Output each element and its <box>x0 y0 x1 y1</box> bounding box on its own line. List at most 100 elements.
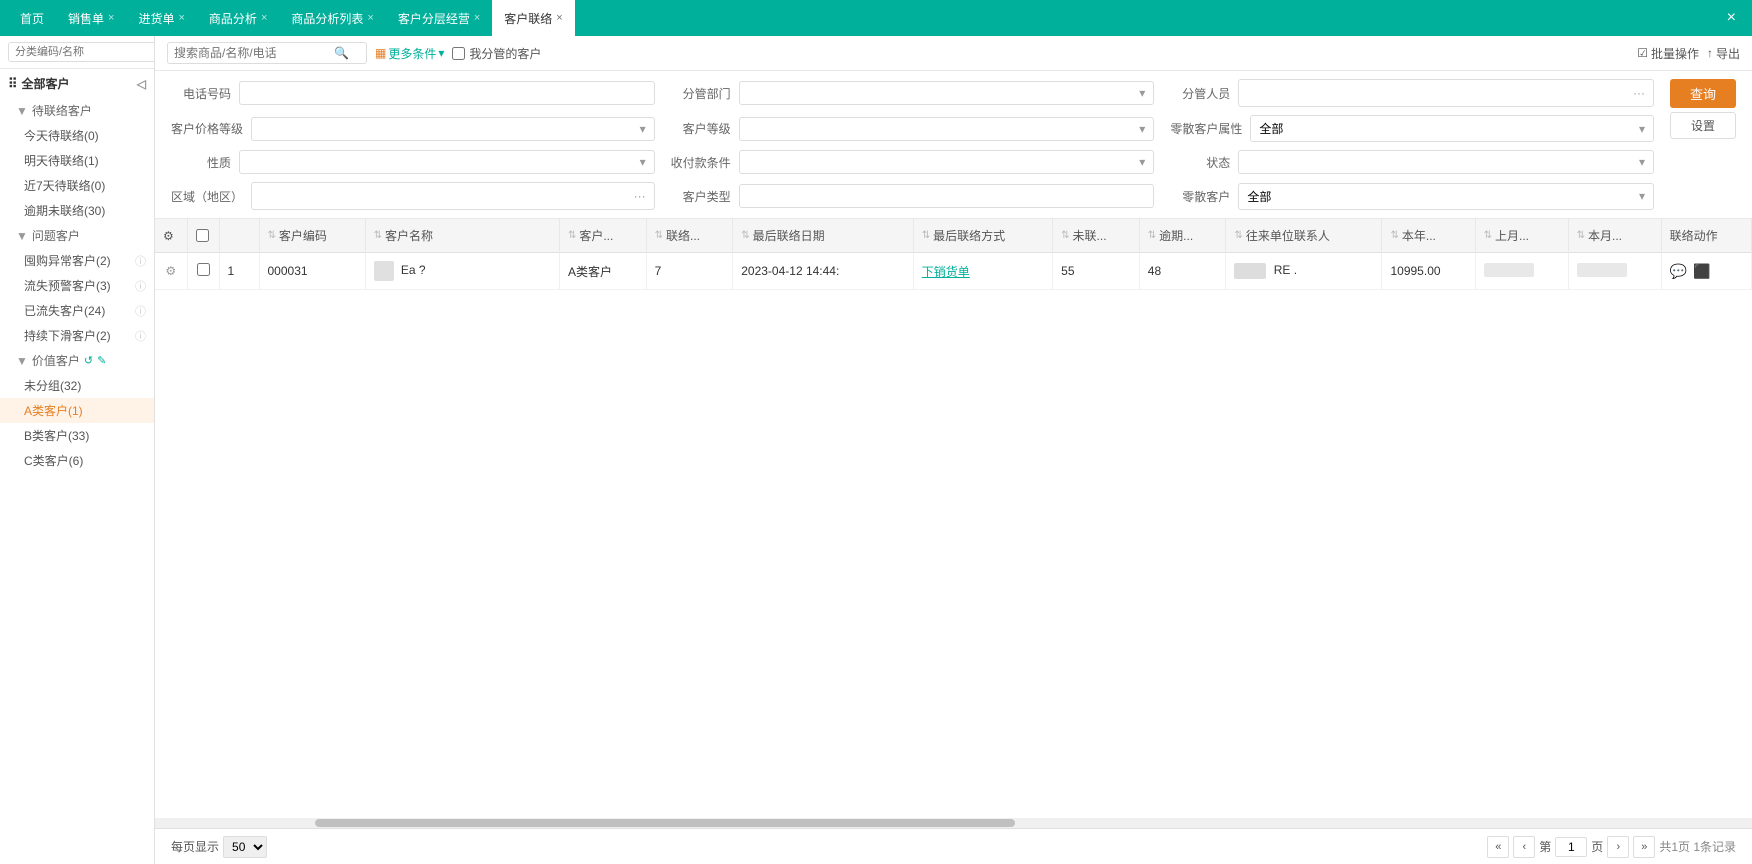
region-label: 区域（地区） <box>171 188 243 205</box>
nature-select[interactable]: ▾ <box>239 150 655 174</box>
payment-arrow: ▾ <box>1139 155 1145 169</box>
filter-region: 区域（地区） ··· <box>171 182 655 210</box>
nature-label: 性质 <box>171 154 231 171</box>
sidebar-item-7days[interactable]: 近7天待联络(0) <box>0 173 154 198</box>
price-level-select[interactable]: ▾ <box>251 117 655 141</box>
retail-customer-select[interactable]: 全部 ▾ <box>1238 183 1654 210</box>
nav-sales-close[interactable]: × <box>108 12 114 24</box>
nav-product-close[interactable]: × <box>261 12 267 24</box>
sort-icon-code: ⇅ <box>268 230 276 241</box>
qr-action-icon[interactable]: ⬛ <box>1693 263 1710 280</box>
horizontal-scrollbar[interactable] <box>155 818 1752 828</box>
prev-page-btn[interactable]: ‹ <box>1513 836 1535 858</box>
my-customers-checkbox[interactable] <box>452 47 465 60</box>
row-this-month <box>1568 253 1661 290</box>
sidebar-item-hoard[interactable]: 囤购异常客户(2) ⓘ <box>0 248 154 273</box>
query-button[interactable]: 查询 <box>1670 79 1736 108</box>
nav-product-list[interactable]: 商品分析列表 × <box>279 0 385 36</box>
nav-customer-contact[interactable]: 客户联络 × <box>492 0 574 36</box>
row-gear-cell: ⚙ <box>155 253 187 290</box>
sidebar-item-class-a[interactable]: A类客户(1) <box>0 398 154 423</box>
search-icon[interactable]: 🔍 <box>334 46 349 60</box>
nav-contact-close[interactable]: × <box>556 12 562 24</box>
sidebar-item-churned[interactable]: 已流失客户(24) ⓘ <box>0 298 154 323</box>
filter-price-level: 客户价格等级 ▾ <box>171 117 655 141</box>
chat-action-icon[interactable]: 💬 <box>1670 263 1687 280</box>
content-area: 🔍 ▦ 更多条件 ▾ 我分管的客户 ☑ 批量操作 ↑ 导出 <box>155 36 1752 864</box>
gear-icon[interactable]: ⚙ <box>163 229 174 243</box>
info-icon-hoard: ⓘ <box>135 253 146 269</box>
table-row: ⚙ 1 000031 Ea ? <box>155 253 1752 290</box>
row-contact-count: 7 <box>646 253 733 290</box>
retail-attr-select[interactable]: 全部 ▾ <box>1250 115 1654 142</box>
sidebar-item-class-b[interactable]: B类客户(33) <box>0 423 154 448</box>
scrollbar-thumb[interactable] <box>315 819 1015 827</box>
status-label: 状态 <box>1170 154 1230 171</box>
sidebar-item-declining[interactable]: 持续下滑客户(2) ⓘ <box>0 323 154 348</box>
export-btn[interactable]: ↑ 导出 <box>1707 45 1740 62</box>
batch-icon: ☑ <box>1637 46 1648 60</box>
sidebar-all-customers[interactable]: ⠿ 全部客户 ◁ <box>0 69 154 98</box>
sidebar-collapse-icon[interactable]: ◁ <box>137 77 146 91</box>
manager-dots[interactable]: ··· <box>1238 79 1654 107</box>
region-dots[interactable]: ··· <box>251 182 655 210</box>
retail-attr-arrow: ▾ <box>1639 122 1645 136</box>
page-number-input[interactable] <box>1555 837 1587 857</box>
edit-icon[interactable]: ✎ <box>97 354 106 367</box>
select-all-checkbox[interactable] <box>196 229 209 242</box>
search-input[interactable] <box>174 46 334 60</box>
phone-input[interactable] <box>239 81 655 105</box>
nav-purchase-close[interactable]: × <box>178 12 184 24</box>
batch-ops-btn[interactable]: ☑ 批量操作 <box>1637 45 1699 62</box>
nav-home[interactable]: 首页 <box>8 0 56 36</box>
sort-icon-overdue: ⇅ <box>1148 230 1156 241</box>
nav-product-list-close[interactable]: × <box>367 12 373 24</box>
customer-type-input[interactable] <box>739 184 1155 208</box>
sidebar-group-pending[interactable]: ▼ 待联络客户 <box>0 98 154 123</box>
arrow-pending: ▼ <box>16 104 28 118</box>
retail-customer-value: 全部 <box>1247 188 1271 205</box>
row-checkbox[interactable] <box>197 263 210 276</box>
filter-nature: 性质 ▾ <box>171 150 655 174</box>
price-level-arrow: ▾ <box>640 122 646 136</box>
window-close-button[interactable]: × <box>1719 9 1744 27</box>
sidebar-item-today[interactable]: 今天待联络(0) <box>0 123 154 148</box>
last-page-btn[interactable]: » <box>1633 836 1655 858</box>
filter-retail-customer: 零散客户 全部 ▾ <box>1170 183 1654 210</box>
nav-segment-close[interactable]: × <box>474 12 480 24</box>
dept-select[interactable]: ▾ <box>739 81 1155 105</box>
sidebar-item-class-c[interactable]: C类客户(6) <box>0 448 154 473</box>
manager-label: 分管人员 <box>1170 85 1230 102</box>
last-method-link[interactable]: 下销货单 <box>922 265 970 279</box>
my-customers-check[interactable]: 我分管的客户 <box>452 45 541 62</box>
sidebar-group-problem[interactable]: ▼ 问题客户 <box>0 223 154 248</box>
sidebar-item-tomorrow[interactable]: 明天待联络(1) <box>0 148 154 173</box>
export-icon: ↑ <box>1707 46 1713 60</box>
sidebar-item-unclassified[interactable]: 未分组(32) <box>0 373 154 398</box>
more-conditions-btn[interactable]: ▦ 更多条件 ▾ <box>375 45 444 62</box>
col-action: 联络动作 <box>1661 219 1751 253</box>
settings-button[interactable]: 设置 <box>1670 112 1736 139</box>
payment-select[interactable]: ▾ <box>739 150 1155 174</box>
customer-level-label: 客户等级 <box>671 120 731 137</box>
customer-level-select[interactable]: ▾ <box>739 117 1155 141</box>
sidebar-group-value[interactable]: ▼ 价值客户 ↺ ✎ <box>0 348 154 373</box>
next-page-btn[interactable]: › <box>1607 836 1629 858</box>
action-icons-group: 💬 ⬛ <box>1670 263 1743 280</box>
sidebar-item-churn-warning[interactable]: 流失预警客户(3) ⓘ <box>0 273 154 298</box>
status-select[interactable]: ▾ <box>1238 150 1654 174</box>
sidebar-search-input[interactable] <box>8 42 155 62</box>
nav-product-analysis[interactable]: 商品分析 × <box>197 0 279 36</box>
filter-search-box: 🔍 <box>167 42 367 64</box>
refresh-icon[interactable]: ↺ <box>84 354 93 367</box>
page-size-dropdown[interactable]: 50 <box>223 836 267 858</box>
first-page-btn[interactable]: « <box>1487 836 1509 858</box>
sidebar-item-overdue[interactable]: 逾期未联络(30) <box>0 198 154 223</box>
row-name: Ea ? <box>365 253 559 290</box>
nav-sales[interactable]: 销售单 × <box>56 0 126 36</box>
filter-customer-type: 客户类型 <box>671 184 1155 208</box>
col-name: ⇅ 客户名称 <box>365 219 559 253</box>
row-gear-icon[interactable]: ⚙ <box>165 264 176 278</box>
nav-customer-segment[interactable]: 客户分层经营 × <box>386 0 492 36</box>
nav-purchase[interactable]: 进货单 × <box>126 0 196 36</box>
